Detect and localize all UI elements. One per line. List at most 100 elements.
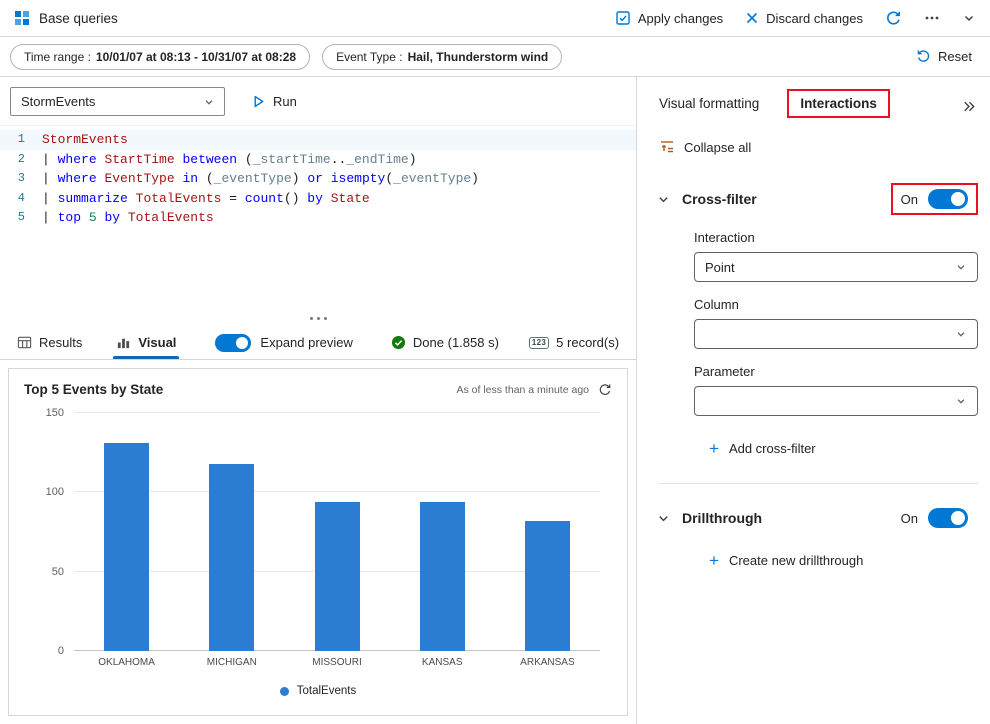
drillthrough-title: Drillthrough: [682, 510, 763, 526]
code-line[interactable]: 2 | where StartTime between (_startTime..…: [0, 150, 636, 170]
code-lines: 1 StormEvents 2 | where StartTime between (…: [0, 130, 636, 228]
code-line[interactable]: 4 | summarize TotalEvents = count() by St…: [0, 189, 636, 209]
base-queries-icon: [14, 10, 30, 26]
column-dropdown[interactable]: [694, 319, 978, 349]
tab-interactions[interactable]: Interactions: [800, 96, 877, 111]
reset-label: Reset: [938, 49, 972, 64]
line-number: 4: [17, 190, 25, 205]
legend-label: TotalEvents: [296, 685, 357, 697]
query-code-editor[interactable]: 1 StormEvents 2 | where StartTime between (…: [0, 125, 636, 311]
cross-filter-chevron-icon[interactable]: [657, 193, 670, 206]
chevron-down-icon: [957, 265, 965, 270]
more-options-button[interactable]: [924, 10, 940, 26]
create-drillthrough-label: Create new drillthrough: [728, 553, 864, 568]
y-axis-tick-label: 100: [45, 486, 64, 499]
tab-visual-formatting[interactable]: Visual formatting: [657, 90, 761, 117]
expand-preview-label: Expand preview: [260, 335, 353, 350]
bar-missouri[interactable]: [314, 501, 360, 651]
chart-asof-text: As of less than a minute ago: [456, 383, 590, 396]
bar-slot: [284, 413, 389, 651]
bar-arkansas[interactable]: [524, 520, 570, 651]
plus-icon: +: [709, 439, 719, 458]
run-button[interactable]: Run: [251, 94, 297, 109]
parameter-label: Parameter: [694, 364, 755, 379]
cross-filter-title: Cross-filter: [682, 191, 757, 207]
formatting-panel: Visual formatting Interactions Collapse …: [637, 77, 990, 724]
chart-plot-area: 0 50 100 150: [46, 407, 600, 657]
interactions-tab-annotation: Interactions: [787, 88, 890, 118]
filter-bar: Time range : 10/01/07 at 08:13 - 10/31/0…: [0, 37, 990, 77]
preview-tab-bar: Results Visual Expand preview Done (1.85…: [0, 326, 636, 360]
visual-chart-icon: [116, 335, 131, 350]
chart-legend[interactable]: TotalEvents: [24, 685, 612, 697]
run-label: Run: [273, 94, 297, 109]
apply-changes-icon: [615, 10, 631, 26]
discard-changes-button[interactable]: Discard changes: [745, 11, 863, 26]
apply-changes-button[interactable]: Apply changes: [615, 10, 723, 26]
chart-refresh-icon[interactable]: [598, 383, 612, 397]
bar-michigan[interactable]: [209, 463, 255, 651]
chart-card: Top 5 Events by State As of less than a …: [8, 368, 628, 716]
parameter-dropdown[interactable]: [694, 386, 978, 416]
interaction-dropdown[interactable]: Point: [694, 252, 978, 282]
collapse-all-icon: [659, 139, 675, 155]
add-cross-filter-button[interactable]: + Add cross-filter: [709, 440, 978, 457]
tab-results[interactable]: Results: [14, 326, 85, 359]
pane-resize-handle[interactable]: [0, 311, 636, 326]
datasource-dropdown[interactable]: StormEvents: [10, 87, 225, 116]
chevron-down-icon: [205, 99, 213, 105]
code-line[interactable]: 5 | top 5 by TotalEvents: [0, 208, 636, 228]
drillthrough-section-header: Drillthrough On: [657, 508, 978, 528]
collapse-panel-icon[interactable]: [961, 99, 976, 114]
interaction-label: Interaction: [694, 230, 755, 245]
bar-oklahoma[interactable]: [104, 443, 150, 651]
column-field: Column: [694, 297, 978, 349]
tab-results-label: Results: [39, 335, 83, 350]
drillthrough-chevron-icon[interactable]: [657, 512, 670, 525]
time-range-filter-pill[interactable]: Time range : 10/01/07 at 08:13 - 10/31/0…: [10, 43, 311, 70]
chart-title: Top 5 Events by State: [24, 382, 164, 397]
cross-filter-toggle[interactable]: [928, 189, 968, 209]
time-range-value: 10/01/07 at 08:13 - 10/31/07 at 08:28: [95, 49, 297, 64]
panel-tabs: Visual formatting Interactions: [657, 77, 978, 125]
record-count: 123 5 record(s): [528, 335, 620, 350]
drillthrough-toggle[interactable]: [928, 508, 968, 528]
create-drillthrough-button[interactable]: + Create new drillthrough: [709, 552, 978, 569]
bar-slot: [74, 413, 179, 651]
y-axis-tick-label: 150: [45, 407, 64, 419]
expand-preview-toggle-group[interactable]: Expand preview: [215, 333, 353, 352]
drillthrough-toggle-label: On: [900, 510, 918, 526]
tab-visual[interactable]: Visual: [113, 326, 180, 359]
refresh-button[interactable]: [885, 10, 902, 27]
cross-filter-toggle-label: On: [900, 191, 918, 207]
bar-kansas[interactable]: [419, 501, 465, 651]
reset-icon: [916, 49, 931, 64]
expand-preview-toggle[interactable]: [215, 333, 252, 352]
plus-icon: +: [709, 551, 719, 570]
x-axis-category-label: ARKANSAS: [520, 657, 575, 668]
column-label: Column: [694, 297, 739, 312]
bars-container: [74, 413, 600, 651]
time-range-label: Time range :: [24, 49, 91, 64]
x-axis-category-label: OKLAHOMA: [98, 657, 155, 668]
collapse-all-button[interactable]: Collapse all: [657, 139, 978, 155]
datasource-value: StormEvents: [21, 94, 96, 109]
query-status-text: Done (1.858 s): [412, 335, 499, 350]
reset-filters-button[interactable]: Reset: [916, 49, 980, 64]
record-count-text: 5 record(s): [556, 335, 620, 350]
record-count-icon: 123: [528, 336, 550, 349]
legend-dot-icon: [279, 686, 289, 696]
interaction-value: Point: [705, 259, 735, 275]
bar-slot: [179, 413, 284, 651]
event-type-filter-pill[interactable]: Event Type : Hail, Thunderstorm wind: [322, 43, 563, 70]
collapse-bar-chevron[interactable]: [962, 11, 976, 25]
bar-slot: [495, 413, 600, 651]
chevron-down-icon: [957, 399, 965, 404]
code-line[interactable]: 3 | where EventType in (_eventType) or is…: [0, 169, 636, 189]
add-cross-filter-label: Add cross-filter: [728, 441, 816, 456]
page-title: Base queries: [39, 10, 118, 26]
line-number: 5: [17, 210, 25, 224]
code-line[interactable]: 1 StormEvents: [0, 130, 636, 150]
line-number: 2: [17, 151, 25, 166]
success-check-icon: [391, 335, 406, 350]
